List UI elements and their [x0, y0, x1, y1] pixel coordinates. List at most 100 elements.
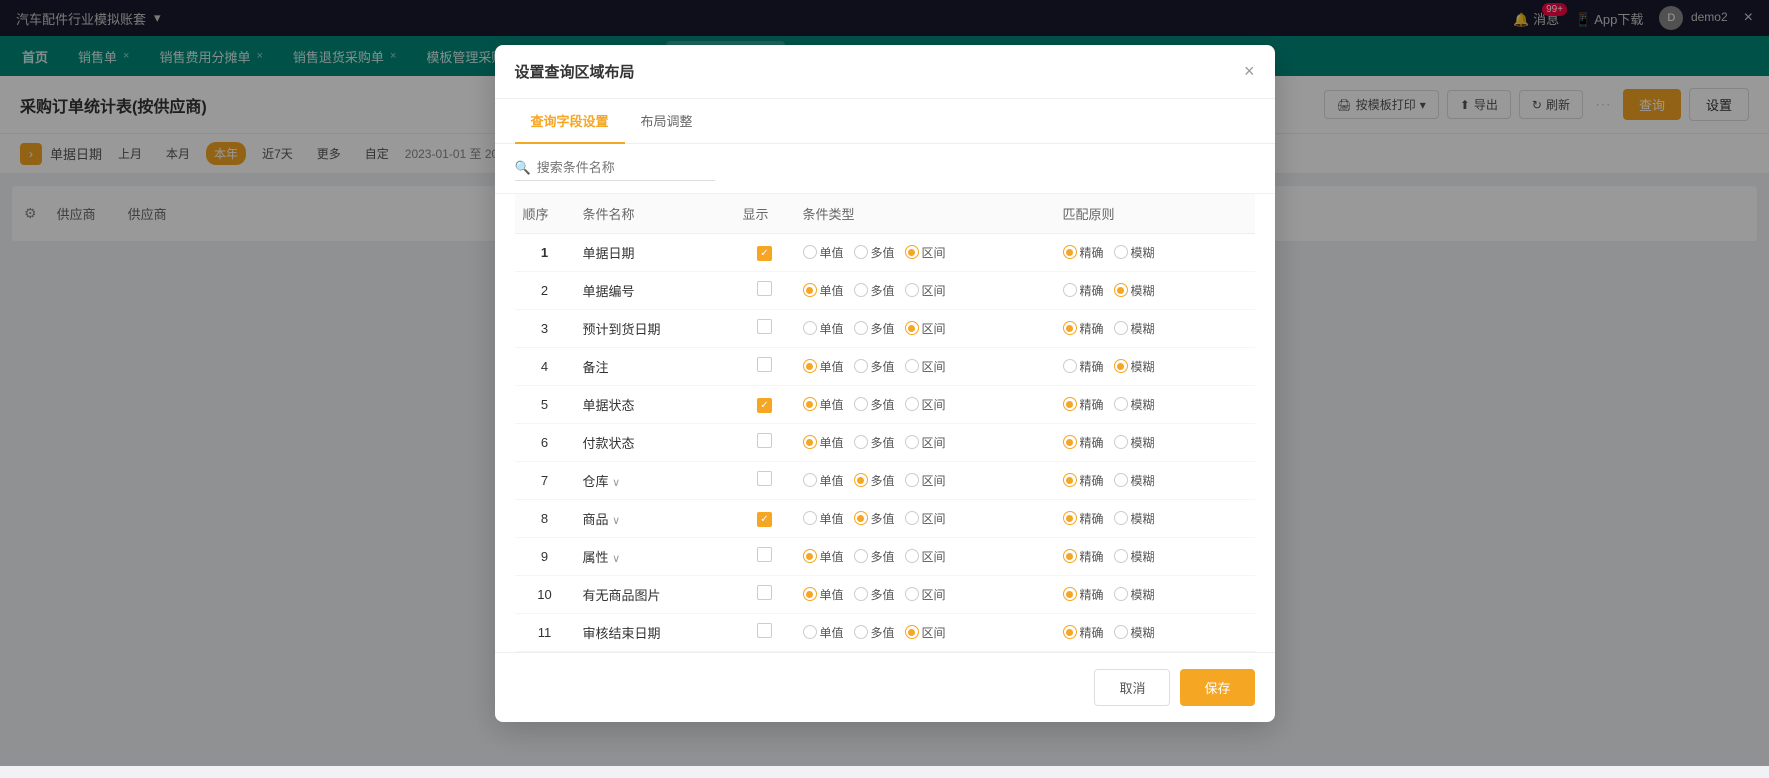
- row-display-checkbox[interactable]: [735, 461, 795, 499]
- display-checkbox[interactable]: [757, 357, 772, 372]
- type-radio-多值[interactable]: 多值: [854, 434, 895, 451]
- match-radio-模糊[interactable]: 模糊: [1114, 510, 1155, 527]
- display-checkbox[interactable]: [757, 623, 772, 638]
- row-display-checkbox[interactable]: [735, 423, 795, 461]
- cancel-button[interactable]: 取消: [1094, 669, 1170, 706]
- type-radio-区间[interactable]: 区间: [905, 282, 946, 299]
- row-condition-name: 商品 ∨: [575, 499, 735, 537]
- display-checkbox[interactable]: [757, 471, 772, 486]
- type-radio-多值[interactable]: 多值: [854, 396, 895, 413]
- col-match-header: 匹配原则: [1055, 194, 1255, 234]
- row-display-checkbox[interactable]: [735, 575, 795, 613]
- match-radio-模糊[interactable]: 模糊: [1114, 358, 1155, 375]
- type-radio-单值[interactable]: 单值: [803, 586, 844, 603]
- display-checkbox[interactable]: [757, 585, 772, 600]
- type-radio-区间[interactable]: 区间: [905, 472, 946, 489]
- row-display-checkbox[interactable]: [735, 347, 795, 385]
- row-display-checkbox[interactable]: [735, 613, 795, 651]
- row-type-options: 单值多值区间: [795, 575, 1055, 613]
- match-radio-模糊[interactable]: 模糊: [1114, 396, 1155, 413]
- row-display-checkbox[interactable]: ✓: [735, 499, 795, 537]
- type-radio-单值[interactable]: 单值: [803, 624, 844, 641]
- display-checkbox[interactable]: [757, 433, 772, 448]
- type-radio-区间[interactable]: 区间: [905, 320, 946, 337]
- display-checkbox[interactable]: [757, 547, 772, 562]
- type-radio-单值[interactable]: 单值: [803, 358, 844, 375]
- row-display-checkbox[interactable]: [735, 309, 795, 347]
- match-radio-精确[interactable]: 精确: [1063, 244, 1104, 261]
- type-radio-区间[interactable]: 区间: [905, 586, 946, 603]
- save-button[interactable]: 保存: [1180, 669, 1254, 706]
- row-display-checkbox[interactable]: ✓: [735, 233, 795, 271]
- type-radio-单值[interactable]: 单值: [803, 548, 844, 565]
- display-checkbox[interactable]: [757, 319, 772, 334]
- match-radio-精确[interactable]: 精确: [1063, 320, 1104, 337]
- type-radio-区间[interactable]: 区间: [905, 624, 946, 641]
- type-radio-区间[interactable]: 区间: [905, 244, 946, 261]
- type-radio-单值[interactable]: 单值: [803, 244, 844, 261]
- type-radio-单值[interactable]: 单值: [803, 282, 844, 299]
- type-radio-单值[interactable]: 单值: [803, 320, 844, 337]
- display-checkbox[interactable]: ✓: [757, 246, 772, 261]
- type-radio-单值[interactable]: 单值: [803, 472, 844, 489]
- row-display-checkbox[interactable]: [735, 537, 795, 575]
- row-match-options: 精确模糊: [1055, 233, 1255, 271]
- row-display-checkbox[interactable]: ✓: [735, 385, 795, 423]
- match-radio-模糊[interactable]: 模糊: [1114, 282, 1155, 299]
- type-radio-多值[interactable]: 多值: [854, 624, 895, 641]
- dialog-close-button[interactable]: ×: [1244, 61, 1255, 82]
- match-radio-精确[interactable]: 精确: [1063, 624, 1104, 641]
- tab-layout-adjust[interactable]: 布局调整: [625, 99, 709, 144]
- match-radio-精确[interactable]: 精确: [1063, 472, 1104, 489]
- type-radio-多值[interactable]: 多值: [854, 358, 895, 375]
- match-radio-模糊[interactable]: 模糊: [1114, 320, 1155, 337]
- type-radio-多值[interactable]: 多值: [854, 282, 895, 299]
- type-radio-多值[interactable]: 多值: [854, 320, 895, 337]
- display-checkbox[interactable]: [757, 281, 772, 296]
- type-radio-多值[interactable]: 多值: [854, 548, 895, 565]
- match-radio-模糊[interactable]: 模糊: [1114, 548, 1155, 565]
- match-radio-模糊[interactable]: 模糊: [1114, 472, 1155, 489]
- dialog-table-wrap: 顺序 条件名称 显示 条件类型 匹配原则 1单据日期✓单值多值区间精确模糊2单据…: [495, 194, 1275, 652]
- match-radio-精确[interactable]: 精确: [1063, 586, 1104, 603]
- display-checkbox[interactable]: ✓: [757, 512, 772, 527]
- type-radio-多值[interactable]: 多值: [854, 510, 895, 527]
- type-radio-单值[interactable]: 单值: [803, 510, 844, 527]
- type-radio-多值[interactable]: 多值: [854, 472, 895, 489]
- type-radio-单值[interactable]: 单值: [803, 396, 844, 413]
- match-radio-精确[interactable]: 精确: [1063, 434, 1104, 451]
- row-display-checkbox[interactable]: [735, 271, 795, 309]
- type-radio-区间[interactable]: 区间: [905, 358, 946, 375]
- match-radio-模糊[interactable]: 模糊: [1114, 624, 1155, 641]
- type-radio-区间[interactable]: 区间: [905, 510, 946, 527]
- type-radio-区间[interactable]: 区间: [905, 548, 946, 565]
- col-display-header: 显示: [735, 194, 795, 234]
- modal-overlay[interactable]: 设置查询区域布局 × 查询字段设置 布局调整 🔍 顺序: [0, 0, 1769, 766]
- row-condition-name: 付款状态: [575, 423, 735, 461]
- match-radio-模糊[interactable]: 模糊: [1114, 244, 1155, 261]
- row-condition-name: 仓库 ∨: [575, 461, 735, 499]
- display-checkbox[interactable]: ✓: [757, 398, 772, 413]
- type-radio-单值[interactable]: 单值: [803, 434, 844, 451]
- match-radio-模糊[interactable]: 模糊: [1114, 434, 1155, 451]
- table-row: 9属性 ∨单值多值区间精确模糊: [515, 537, 1255, 575]
- tab-query-fields[interactable]: 查询字段设置: [515, 99, 625, 144]
- type-radio-区间[interactable]: 区间: [905, 434, 946, 451]
- row-condition-name: 有无商品图片: [575, 575, 735, 613]
- dialog-header: 设置查询区域布局 ×: [495, 45, 1275, 99]
- match-radio-精确[interactable]: 精确: [1063, 282, 1104, 299]
- type-radio-多值[interactable]: 多值: [854, 244, 895, 261]
- match-radio-精确[interactable]: 精确: [1063, 358, 1104, 375]
- match-radio-精确[interactable]: 精确: [1063, 548, 1104, 565]
- type-radio-区间[interactable]: 区间: [905, 396, 946, 413]
- row-seq: 6: [515, 423, 575, 461]
- row-seq: 10: [515, 575, 575, 613]
- settings-dialog: 设置查询区域布局 × 查询字段设置 布局调整 🔍 顺序: [495, 45, 1275, 722]
- row-type-options: 单值多值区间: [795, 461, 1055, 499]
- match-radio-模糊[interactable]: 模糊: [1114, 586, 1155, 603]
- row-type-options: 单值多值区间: [795, 309, 1055, 347]
- search-input[interactable]: [537, 160, 697, 175]
- match-radio-精确[interactable]: 精确: [1063, 396, 1104, 413]
- match-radio-精确[interactable]: 精确: [1063, 510, 1104, 527]
- type-radio-多值[interactable]: 多值: [854, 586, 895, 603]
